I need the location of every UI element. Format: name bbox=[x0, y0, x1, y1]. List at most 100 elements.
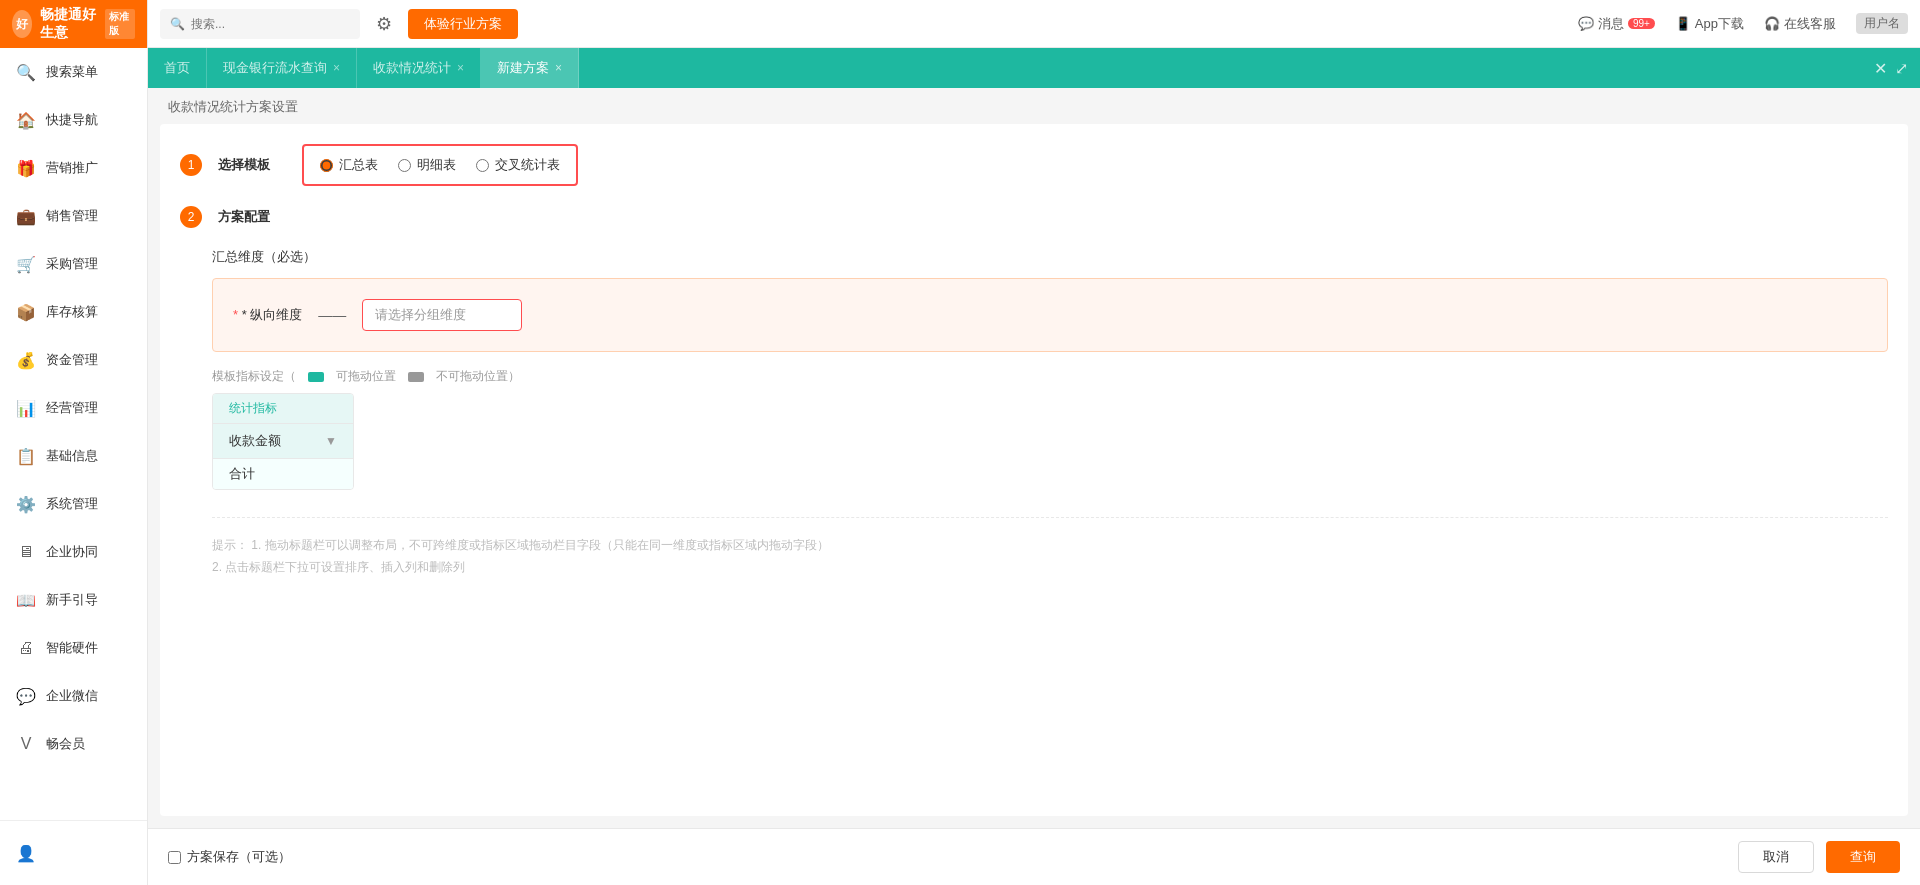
required-star: * bbox=[233, 307, 238, 322]
metrics-section: 模板指标设定（ 可拖动位置 不可拖动位置） 统计指标 bbox=[212, 368, 1888, 493]
tab-close-collection-stats[interactable]: × bbox=[457, 61, 464, 75]
sidebar-item-purchase[interactable]: 🛒 采购管理 bbox=[0, 240, 147, 288]
step2-row: 2 方案配置 bbox=[180, 206, 1888, 228]
basic-info-icon: 📋 bbox=[16, 446, 36, 466]
trial-button[interactable]: 体验行业方案 bbox=[408, 9, 518, 39]
step1-row: 1 选择模板 汇总表 明细表 交叉统计表 bbox=[180, 144, 1888, 186]
sidebar-item-quick-nav[interactable]: 🏠 快捷导航 bbox=[0, 96, 147, 144]
step2-label: 方案配置 bbox=[218, 208, 270, 226]
search-input[interactable] bbox=[191, 17, 331, 31]
sidebar-item-wechat[interactable]: 💬企业微信 bbox=[0, 672, 147, 720]
app-download-btn[interactable]: 📱 App下载 bbox=[1675, 15, 1744, 33]
tab-close-new-plan[interactable]: × bbox=[555, 61, 562, 75]
user-avatar[interactable]: 用户名 bbox=[1856, 13, 1908, 34]
radio-summary-input[interactable] bbox=[320, 159, 333, 172]
topbar: 🔍 ⚙ 体验行业方案 💬 消息 99+ 📱 App下载 🎧 在线客服 用户名 bbox=[148, 0, 1920, 48]
cancel-button[interactable]: 取消 bbox=[1738, 841, 1814, 873]
customer-service-btn[interactable]: 🎧 在线客服 bbox=[1764, 15, 1836, 33]
radio-detail-input[interactable] bbox=[398, 159, 411, 172]
sidebar-item-sales[interactable]: 💼 销售管理 bbox=[0, 192, 147, 240]
sidebar-label-search: 搜索菜单 bbox=[46, 63, 98, 81]
stat-table-amount-cell[interactable]: 收款金额 ▼ bbox=[213, 424, 353, 458]
sidebar-item-finance[interactable]: 💰资金管理 bbox=[0, 336, 147, 384]
radio-detail[interactable]: 明细表 bbox=[398, 156, 456, 174]
radio-cross[interactable]: 交叉统计表 bbox=[476, 156, 560, 174]
dimension-select[interactable]: 请选择分组维度 bbox=[362, 299, 522, 331]
page-footer: 方案保存（可选） 取消 查询 bbox=[148, 828, 1920, 885]
gear-icon[interactable]: ⚙ bbox=[368, 8, 400, 40]
sidebar-item-marketing[interactable]: 🎁 营销推广 bbox=[0, 144, 147, 192]
radio-summary-label: 汇总表 bbox=[339, 156, 378, 174]
sidebar-item-guide[interactable]: 📖 新手引导 bbox=[0, 576, 147, 624]
radio-cross-input[interactable] bbox=[476, 159, 489, 172]
save-label: 方案保存（可选） bbox=[187, 848, 291, 866]
purchase-icon: 🛒 bbox=[16, 254, 36, 274]
sidebar-item-system[interactable]: ⚙️ 系统管理 bbox=[0, 480, 147, 528]
sidebar-label-system: 系统管理 bbox=[46, 495, 98, 513]
tip-item-2: 2. 点击标题栏下拉可设置排序、插入列和删除列 bbox=[212, 556, 1888, 578]
step1-label: 选择模板 bbox=[218, 156, 270, 174]
step2-badge: 2 bbox=[180, 206, 202, 228]
sidebar-label-guide: 新手引导 bbox=[46, 591, 98, 609]
sidebar-item-search[interactable]: 🔍搜索菜单 bbox=[0, 48, 147, 96]
sidebar-label-member: 畅会员 bbox=[46, 735, 85, 753]
user-icon: 👤 bbox=[16, 843, 36, 863]
sidebar-label-sales: 销售管理 bbox=[46, 207, 98, 225]
tab-home[interactable]: 首页 bbox=[148, 48, 207, 88]
save-checkbox-label[interactable]: 方案保存（可选） bbox=[168, 848, 291, 866]
maximize-icon[interactable]: ⤢ bbox=[1895, 59, 1908, 78]
sidebar-item-inventory[interactable]: 📦 库存核算 bbox=[0, 288, 147, 336]
breadcrumb: 收款情况统计方案设置 bbox=[148, 88, 1920, 124]
stat-table-header: 统计指标 bbox=[213, 394, 353, 424]
dimension-section-header: 汇总维度（必选） bbox=[212, 248, 1888, 266]
topbar-right: 💬 消息 99+ 📱 App下载 🎧 在线客服 用户名 bbox=[1578, 13, 1908, 34]
sidebar-label-quick-nav: 快捷导航 bbox=[46, 111, 98, 129]
tab-label-home: 首页 bbox=[164, 59, 190, 77]
sidebar-label-finance: 资金管理 bbox=[46, 351, 98, 369]
quick-nav-icon: 🏠 bbox=[16, 110, 36, 130]
save-checkbox[interactable] bbox=[168, 851, 181, 864]
query-button[interactable]: 查询 bbox=[1826, 841, 1900, 873]
wechat-icon: 💬 bbox=[16, 686, 36, 706]
dimension-title: 汇总维度（必选） bbox=[212, 248, 316, 266]
system-icon: ⚙️ bbox=[16, 494, 36, 514]
tab-bank-flow[interactable]: 现金银行流水查询 × bbox=[207, 48, 357, 88]
dimension-area: * * 纵向维度 —— 请选择分组维度 bbox=[212, 278, 1888, 352]
sidebar-label-inventory: 库存核算 bbox=[46, 303, 98, 321]
logo-text: 畅捷通好生意 bbox=[40, 6, 101, 42]
non-draggable-indicator bbox=[408, 372, 424, 382]
tab-collection-stats[interactable]: 收款情况统计 × bbox=[357, 48, 481, 88]
guide-icon: 📖 bbox=[16, 590, 36, 610]
tab-bar-actions: ✕ ⤢ bbox=[1874, 59, 1920, 78]
radio-cross-label: 交叉统计表 bbox=[495, 156, 560, 174]
sidebar-item-bottom1[interactable]: 👤 bbox=[0, 829, 147, 877]
sidebar-item-enterprise-collab[interactable]: 🖥企业协同 bbox=[0, 528, 147, 576]
sidebar-item-member[interactable]: V 畅会员 bbox=[0, 720, 147, 768]
tab-label-collection-stats: 收款情况统计 bbox=[373, 59, 451, 77]
tab-new-plan[interactable]: 新建方案 × bbox=[481, 48, 579, 88]
tab-close-bank-flow[interactable]: × bbox=[333, 61, 340, 75]
tab-label-new-plan: 新建方案 bbox=[497, 59, 549, 77]
message-btn[interactable]: 💬 消息 99+ bbox=[1578, 15, 1655, 33]
inventory-icon: 📦 bbox=[16, 302, 36, 322]
tip-item-1: 提示： 1. 拖动标题栏可以调整布局，不可跨维度或指标区域拖动栏目字段（只能在同… bbox=[212, 534, 1888, 556]
sidebar-label-marketing: 营销推广 bbox=[46, 159, 98, 177]
sidebar-item-operations[interactable]: 📊经营管理 bbox=[0, 384, 147, 432]
message-label: 消息 bbox=[1598, 15, 1624, 33]
tab-label-bank-flow: 现金银行流水查询 bbox=[223, 59, 327, 77]
sidebar-item-smart-hardware[interactable]: 🖨智能硬件 bbox=[0, 624, 147, 672]
member-icon: V bbox=[16, 734, 36, 754]
dimension-row: * * 纵向维度 —— 请选择分组维度 bbox=[233, 299, 1867, 331]
sidebar-bottom: 👤 bbox=[0, 820, 147, 885]
sales-icon: 💼 bbox=[16, 206, 36, 226]
marketing-icon: 🎁 bbox=[16, 158, 36, 178]
dropdown-icon: ▼ bbox=[325, 434, 337, 448]
radio-summary[interactable]: 汇总表 bbox=[320, 156, 378, 174]
sidebar-item-basic-info[interactable]: 📋基础信息 bbox=[0, 432, 147, 480]
close-window-icon[interactable]: ✕ bbox=[1874, 59, 1887, 78]
version-badge: 标准版 bbox=[105, 9, 135, 39]
statistics-table: 统计指标 收款金额 ▼ 合计 bbox=[212, 393, 354, 490]
sidebar-label-purchase: 采购管理 bbox=[46, 255, 98, 273]
topbar-search-box[interactable]: 🔍 bbox=[160, 9, 360, 39]
app-label: App下载 bbox=[1695, 15, 1744, 33]
